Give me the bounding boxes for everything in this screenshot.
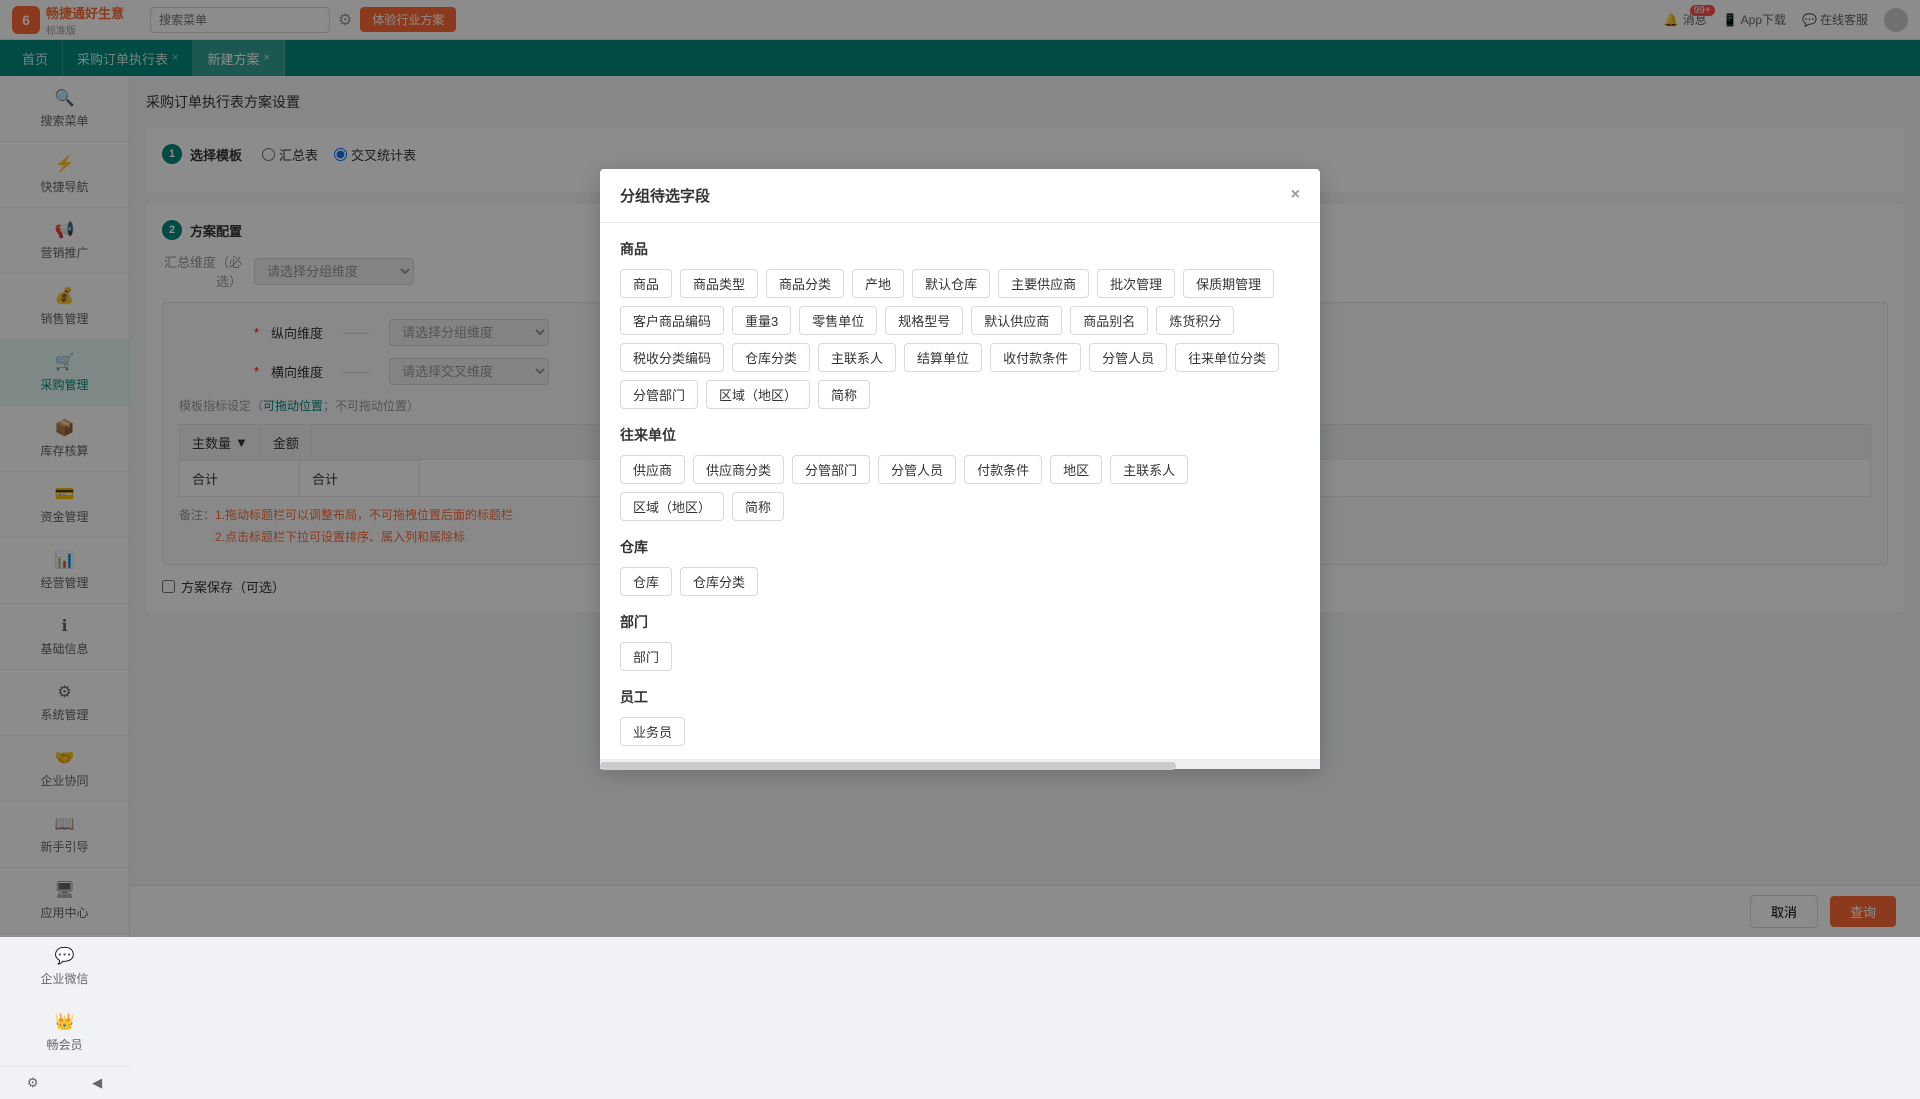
field-tag-short-name[interactable]: 简称 bbox=[818, 380, 870, 409]
field-tag-dept-mgmt2[interactable]: 分管部门 bbox=[792, 455, 870, 484]
modal-close-btn[interactable]: × bbox=[1291, 186, 1300, 204]
field-tag-product-category[interactable]: 商品分类 bbox=[766, 269, 844, 298]
field-tag-supervisor[interactable]: 分管人员 bbox=[1089, 343, 1167, 372]
sidebar-item-wechat[interactable]: 💬 企业微信 bbox=[0, 934, 129, 1000]
counterparty-field-tags: 供应商 供应商分类 分管部门 分管人员 付款条件 地区 主联系人 区域（地区） … bbox=[620, 455, 1300, 521]
sidebar-item-member[interactable]: 👑 畅会员 bbox=[0, 1000, 129, 1066]
field-group-warehouse-title: 仓库 bbox=[620, 537, 1300, 557]
wechat-icon: 💬 bbox=[55, 946, 75, 966]
field-tag-dept[interactable]: 部门 bbox=[620, 642, 672, 671]
field-group-warehouse: 仓库 仓库 仓库分类 bbox=[620, 537, 1300, 596]
product-field-tags: 商品 商品类型 商品分类 产地 默认仓库 主要供应商 批次管理 保质期管理 客户… bbox=[620, 269, 1300, 409]
field-tag-area[interactable]: 地区 bbox=[1050, 455, 1102, 484]
member-icon: 👑 bbox=[55, 1012, 75, 1032]
sidebar-collapse-icon[interactable]: ◀ bbox=[92, 1075, 102, 1091]
field-tag-region[interactable]: 区域（地区） bbox=[706, 380, 810, 409]
field-tag-spec-model[interactable]: 规格型号 bbox=[885, 306, 963, 335]
field-group-counterparty: 往来单位 供应商 供应商分类 分管部门 分管人员 付款条件 地区 主联系人 区域… bbox=[620, 425, 1300, 521]
modal-horizontal-scrollbar[interactable] bbox=[600, 759, 1320, 769]
field-group-employee-title: 员工 bbox=[620, 687, 1300, 707]
field-tag-batch-mgmt[interactable]: 批次管理 bbox=[1097, 269, 1175, 298]
field-group-employee: 员工 业务员 bbox=[620, 687, 1300, 746]
field-group-dept: 部门 部门 bbox=[620, 612, 1300, 671]
field-tag-dept-mgmt[interactable]: 分管部门 bbox=[620, 380, 698, 409]
field-tag-default-warehouse[interactable]: 默认仓库 bbox=[912, 269, 990, 298]
field-group-product: 商品 商品 商品类型 商品分类 产地 默认仓库 主要供应商 批次管理 保质期管理… bbox=[620, 239, 1300, 409]
field-tag-payment-terms2[interactable]: 付款条件 bbox=[964, 455, 1042, 484]
sidebar-footer: ⚙ ◀ bbox=[0, 1066, 129, 1099]
dept-field-tags: 部门 bbox=[620, 642, 1300, 671]
field-tag-warehouse-category[interactable]: 仓库分类 bbox=[732, 343, 810, 372]
field-tag-main-supplier[interactable]: 主要供应商 bbox=[998, 269, 1089, 298]
modal-title: 分组待选字段 bbox=[620, 185, 710, 206]
field-tag-main-contact2[interactable]: 主联系人 bbox=[1110, 455, 1188, 484]
modal-body: 商品 商品 商品类型 商品分类 产地 默认仓库 主要供应商 批次管理 保质期管理… bbox=[600, 223, 1320, 759]
field-tag-salesperson[interactable]: 业务员 bbox=[620, 717, 685, 746]
field-tag-customer-code[interactable]: 客户商品编码 bbox=[620, 306, 724, 335]
field-tag-tax-code[interactable]: 税收分类编码 bbox=[620, 343, 724, 372]
field-tag-expiry-mgmt[interactable]: 保质期管理 bbox=[1183, 269, 1274, 298]
field-tag-origin[interactable]: 产地 bbox=[852, 269, 904, 298]
field-tag-default-supplier[interactable]: 默认供应商 bbox=[971, 306, 1062, 335]
field-tag-warehouse-cat[interactable]: 仓库分类 bbox=[680, 567, 758, 596]
field-tag-payment-terms[interactable]: 收付款条件 bbox=[990, 343, 1081, 372]
field-tag-product-type[interactable]: 商品类型 bbox=[680, 269, 758, 298]
modal-dialog: 分组待选字段 × 商品 商品 商品类型 商品分类 产地 默认仓库 主要供应商 批… bbox=[600, 169, 1320, 769]
field-tag-warehouse[interactable]: 仓库 bbox=[620, 567, 672, 596]
scrollbar-thumb bbox=[600, 762, 1176, 770]
field-tag-settlement-unit[interactable]: 结算单位 bbox=[904, 343, 982, 372]
field-tag-main-contact[interactable]: 主联系人 bbox=[818, 343, 896, 372]
field-tag-short-name2[interactable]: 简称 bbox=[732, 492, 784, 521]
field-tag-retail-unit[interactable]: 零售单位 bbox=[799, 306, 877, 335]
field-tag-product[interactable]: 商品 bbox=[620, 269, 672, 298]
field-tag-product-alias[interactable]: 商品别名 bbox=[1070, 306, 1148, 335]
employee-field-tags: 业务员 bbox=[620, 717, 1300, 746]
warehouse-field-tags: 仓库 仓库分类 bbox=[620, 567, 1300, 596]
field-tag-counterparty-type[interactable]: 往来单位分类 bbox=[1175, 343, 1279, 372]
field-tag-weight3[interactable]: 重量3 bbox=[732, 306, 791, 335]
field-tag-supervisor2[interactable]: 分管人员 bbox=[878, 455, 956, 484]
field-group-product-title: 商品 bbox=[620, 239, 1300, 259]
modal-header: 分组待选字段 × bbox=[600, 169, 1320, 223]
field-tag-supplier[interactable]: 供应商 bbox=[620, 455, 685, 484]
modal-overlay: 分组待选字段 × 商品 商品 商品类型 商品分类 产地 默认仓库 主要供应商 批… bbox=[0, 0, 1920, 937]
field-tag-points[interactable]: 炼货积分 bbox=[1156, 306, 1234, 335]
sidebar-settings-icon[interactable]: ⚙ bbox=[27, 1075, 39, 1091]
field-group-counterparty-title: 往来单位 bbox=[620, 425, 1300, 445]
field-tag-supplier-category[interactable]: 供应商分类 bbox=[693, 455, 784, 484]
field-group-dept-title: 部门 bbox=[620, 612, 1300, 632]
field-tag-region2[interactable]: 区域（地区） bbox=[620, 492, 724, 521]
